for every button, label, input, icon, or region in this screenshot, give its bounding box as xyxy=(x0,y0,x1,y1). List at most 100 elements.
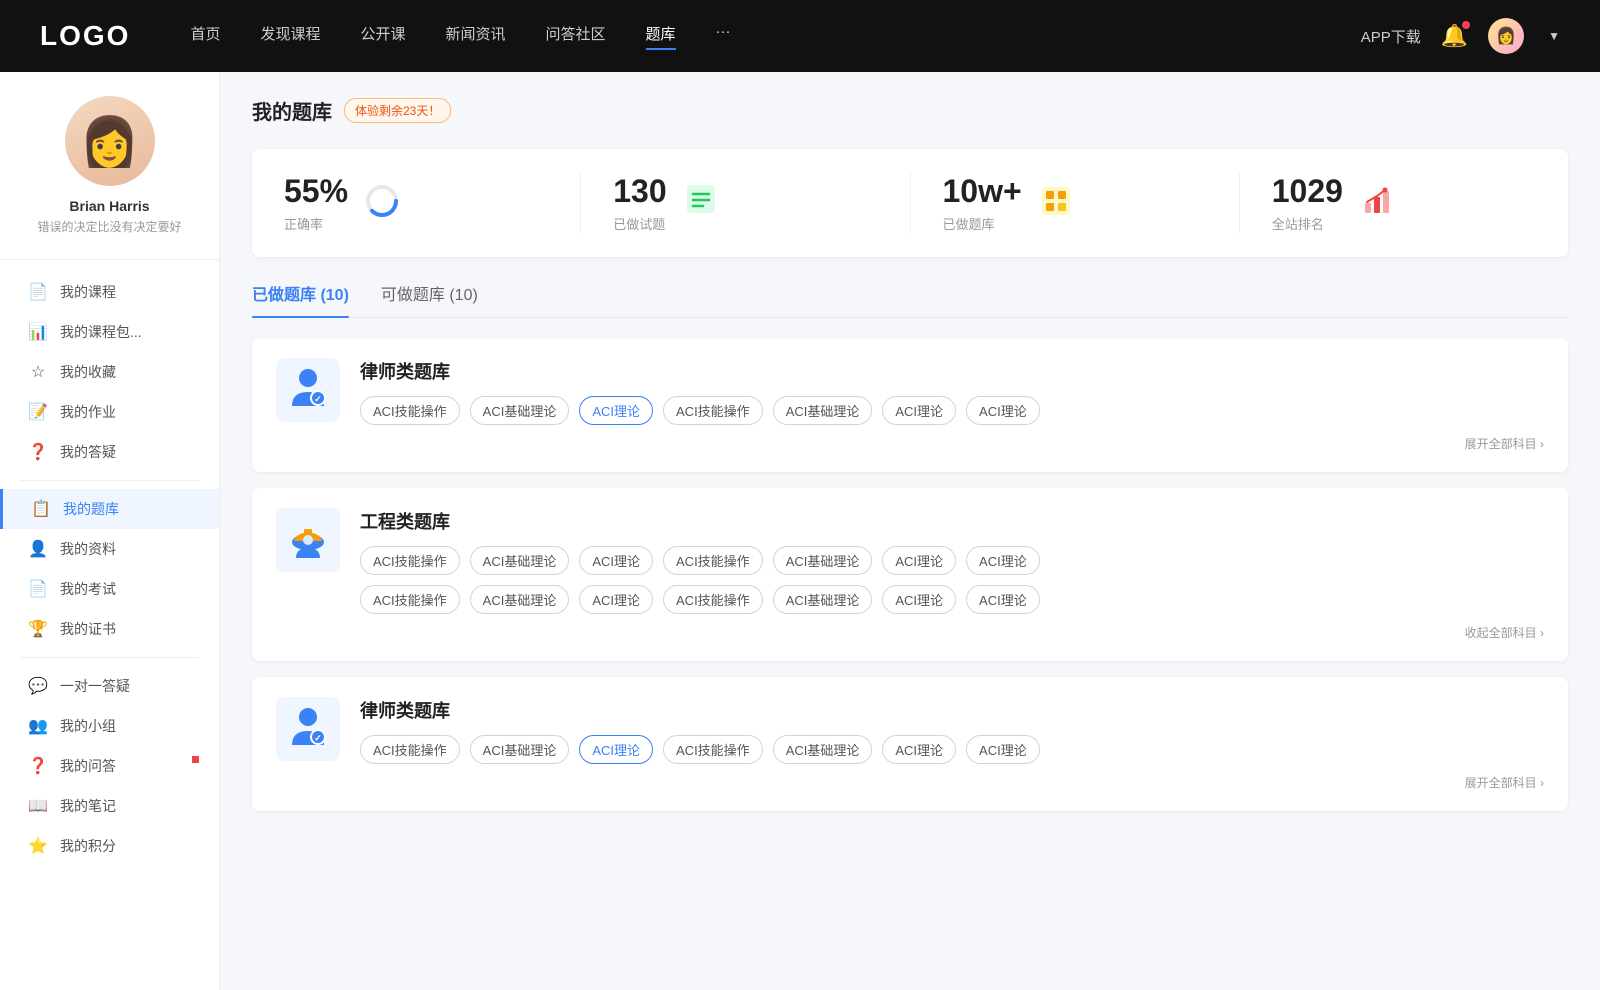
profile-avatar[interactable]: 👩 xyxy=(65,96,155,186)
logo[interactable]: LOGO xyxy=(40,20,130,52)
qbank-tags-2-row2: ACI技能操作 ACI基础理论 ACI理论 ACI技能操作 ACI基础理论 AC… xyxy=(360,585,1544,614)
tag-2-5[interactable]: ACI理论 xyxy=(882,546,956,575)
tag-1-2[interactable]: ACI理论 xyxy=(579,396,653,425)
tag-2-r2-5[interactable]: ACI理论 xyxy=(882,585,956,614)
tag-2-2[interactable]: ACI理论 xyxy=(579,546,653,575)
tag-2-4[interactable]: ACI基础理论 xyxy=(773,546,873,575)
sidebar-item-qa[interactable]: ❓ 我的答疑 xyxy=(0,432,219,472)
nav-discover[interactable]: 发现课程 xyxy=(260,23,320,50)
stat-banks-value: 10w+ xyxy=(943,173,1022,210)
page-header: 我的题库 体验剩余23天！ xyxy=(252,96,1568,125)
qbank-name-2: 工程类题库 xyxy=(360,508,1544,534)
tag-3-2[interactable]: ACI理论 xyxy=(579,735,653,764)
sidebar-item-my-qa[interactable]: ❓ 我的问答 xyxy=(0,746,219,786)
question-bank-label: 我的题库 xyxy=(63,499,119,519)
qbank-card-1: ✓ 律师类题库 ACI技能操作 ACI基础理论 ACI理论 ACI技能操作 AC… xyxy=(252,338,1568,472)
sidebar-item-my-courses[interactable]: 📄 我的课程 xyxy=(0,272,219,312)
nav-public-course[interactable]: 公开课 xyxy=(360,23,405,50)
tag-2-r2-4[interactable]: ACI基础理论 xyxy=(773,585,873,614)
sidebar-item-one-on-one[interactable]: 💬 一对一答疑 xyxy=(0,666,219,706)
qbank-header-1: ✓ 律师类题库 ACI技能操作 ACI基础理论 ACI理论 ACI技能操作 AC… xyxy=(276,358,1544,452)
tabs: 已做题库 (10) 可做题库 (10) xyxy=(252,281,1568,318)
sidebar-item-points[interactable]: ⭐ 我的积分 xyxy=(0,826,219,866)
question-bank-icon: 📋 xyxy=(31,499,51,519)
tag-2-3[interactable]: ACI技能操作 xyxy=(663,546,763,575)
qbank-header-2: 工程类题库 ACI技能操作 ACI基础理论 ACI理论 ACI技能操作 ACI基… xyxy=(276,508,1544,641)
certificate-icon: 🏆 xyxy=(28,619,48,639)
stat-correct-label: 正确率 xyxy=(284,214,348,233)
engineer-icon xyxy=(284,514,332,567)
stat-site-rank: 1029 全站排名 xyxy=(1240,173,1568,233)
qbank-collapse-2[interactable]: 收起全部科目 › xyxy=(360,624,1544,641)
sidebar-item-homework[interactable]: 📝 我的作业 xyxy=(0,392,219,432)
nav-question-bank[interactable]: 题库 xyxy=(646,23,676,50)
stat-banks-icon xyxy=(1038,183,1074,224)
tag-1-4[interactable]: ACI基础理论 xyxy=(773,396,873,425)
sidebar-item-question-bank[interactable]: 📋 我的题库 xyxy=(0,489,219,529)
sidebar-item-groups[interactable]: 👥 我的小组 xyxy=(0,706,219,746)
app-download-button[interactable]: APP下载 xyxy=(1361,26,1421,47)
tab-available-banks[interactable]: 可做题库 (10) xyxy=(381,281,478,317)
tag-3-1[interactable]: ACI基础理论 xyxy=(470,735,570,764)
tag-2-6[interactable]: ACI理论 xyxy=(966,546,1040,575)
tag-2-r2-3[interactable]: ACI技能操作 xyxy=(663,585,763,614)
stat-correct-value: 55% xyxy=(284,173,348,210)
layout: 👩 Brian Harris 错误的决定比没有决定要好 📄 我的课程 📊 我的课… xyxy=(0,72,1600,990)
tag-1-1[interactable]: ACI基础理论 xyxy=(470,396,570,425)
tag-2-r2-1[interactable]: ACI基础理论 xyxy=(470,585,570,614)
tab-done-banks[interactable]: 已做题库 (10) xyxy=(252,281,349,317)
trial-badge: 体验剩余23天！ xyxy=(344,98,451,123)
tag-3-5[interactable]: ACI理论 xyxy=(882,735,956,764)
page-title: 我的题库 xyxy=(252,96,332,125)
tag-2-1[interactable]: ACI基础理论 xyxy=(470,546,570,575)
notification-bell[interactable]: 🔔 xyxy=(1441,23,1468,49)
sidebar-divider-2 xyxy=(20,657,199,658)
sidebar-item-profile[interactable]: 👤 我的资料 xyxy=(0,529,219,569)
sidebar-item-notes[interactable]: 📖 我的笔记 xyxy=(0,786,219,826)
qbank-card-2: 工程类题库 ACI技能操作 ACI基础理论 ACI理论 ACI技能操作 ACI基… xyxy=(252,488,1568,661)
nav-home[interactable]: 首页 xyxy=(190,23,220,50)
tag-1-0[interactable]: ACI技能操作 xyxy=(360,396,460,425)
tag-2-0[interactable]: ACI技能操作 xyxy=(360,546,460,575)
nav-more[interactable]: ··· xyxy=(716,23,731,50)
groups-icon: 👥 xyxy=(28,716,48,736)
tag-3-4[interactable]: ACI基础理论 xyxy=(773,735,873,764)
qbank-name-1: 律师类题库 xyxy=(360,358,1544,384)
nav-right: APP下载 🔔 👩 ▼ xyxy=(1361,18,1560,54)
qa-icon: ❓ xyxy=(28,442,48,462)
qbank-expand-1[interactable]: 展开全部科目 › xyxy=(360,435,1544,452)
nav-news[interactable]: 新闻资讯 xyxy=(446,23,506,50)
nav-qa[interactable]: 问答社区 xyxy=(546,23,606,50)
tag-1-5[interactable]: ACI理论 xyxy=(882,396,956,425)
stat-banks-label: 已做题库 xyxy=(943,214,1022,233)
user-dropdown-arrow[interactable]: ▼ xyxy=(1548,29,1560,43)
user-motto: 错误的决定比没有决定要好 xyxy=(37,218,181,235)
qbank-list: ✓ 律师类题库 ACI技能操作 ACI基础理论 ACI理论 ACI技能操作 AC… xyxy=(252,338,1568,811)
sidebar-item-certificate[interactable]: 🏆 我的证书 xyxy=(0,609,219,649)
qbank-card-3: ✓ 律师类题库 ACI技能操作 ACI基础理论 ACI理论 ACI技能操作 AC… xyxy=(252,677,1568,811)
stat-correct-text: 55% 正确率 xyxy=(284,173,348,233)
tag-2-r2-6[interactable]: ACI理论 xyxy=(966,585,1040,614)
qbank-expand-3[interactable]: 展开全部科目 › xyxy=(360,774,1544,791)
sidebar-item-course-package[interactable]: 📊 我的课程包... xyxy=(0,312,219,352)
tag-3-6[interactable]: ACI理论 xyxy=(966,735,1040,764)
sidebar-item-exam[interactable]: 📄 我的考试 xyxy=(0,569,219,609)
course-package-icon: 📊 xyxy=(28,322,48,342)
tag-3-0[interactable]: ACI技能操作 xyxy=(360,735,460,764)
groups-label: 我的小组 xyxy=(60,716,116,736)
tag-2-r2-0[interactable]: ACI技能操作 xyxy=(360,585,460,614)
tag-3-3[interactable]: ACI技能操作 xyxy=(663,735,763,764)
sidebar-item-favorites[interactable]: ☆ 我的收藏 xyxy=(0,352,219,392)
lawyer-icon-1: ✓ xyxy=(284,364,332,417)
points-label: 我的积分 xyxy=(60,836,116,856)
stat-done-banks: 10w+ 已做题库 xyxy=(911,173,1240,233)
tag-1-3[interactable]: ACI技能操作 xyxy=(663,396,763,425)
stat-done-label: 已做试题 xyxy=(613,214,666,233)
stat-correct-icon xyxy=(364,183,400,224)
favorites-icon: ☆ xyxy=(28,362,48,382)
qbank-icon-wrap-1: ✓ xyxy=(276,358,340,422)
one-on-one-icon: 💬 xyxy=(28,676,48,696)
avatar[interactable]: 👩 xyxy=(1488,18,1524,54)
tag-2-r2-2[interactable]: ACI理论 xyxy=(579,585,653,614)
tag-1-6[interactable]: ACI理论 xyxy=(966,396,1040,425)
